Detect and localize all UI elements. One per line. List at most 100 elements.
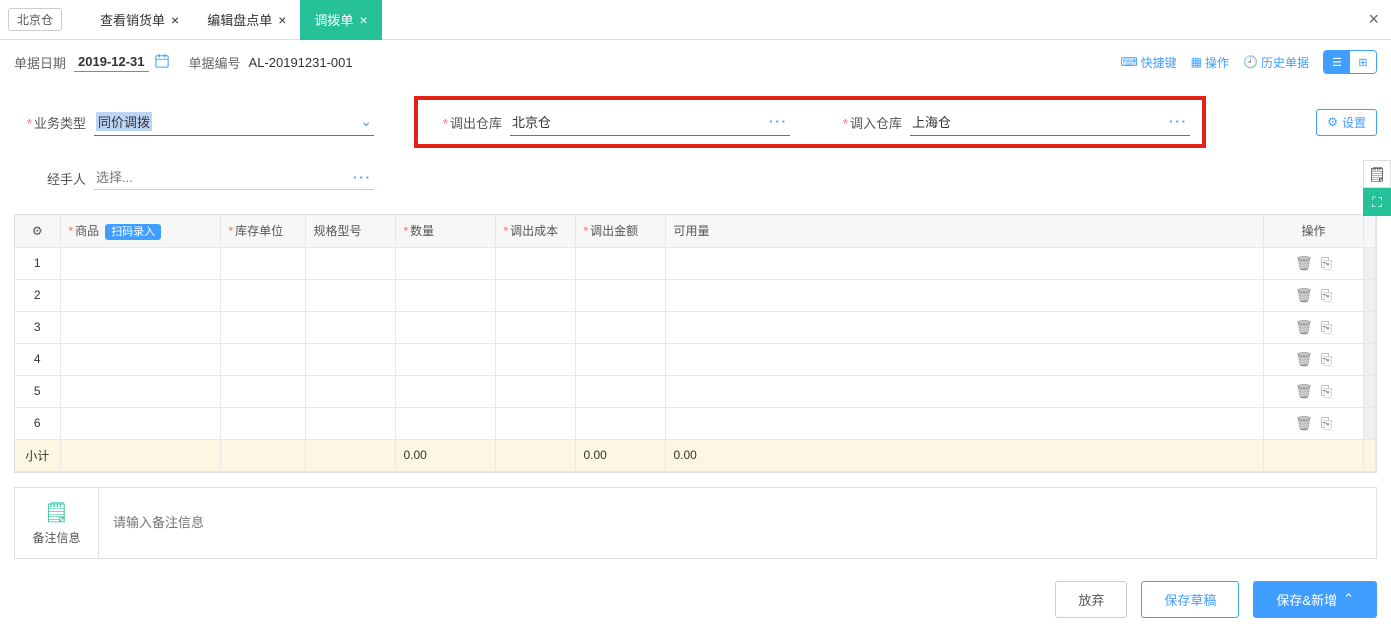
tab-label: 编辑盘点单 <box>207 10 272 29</box>
cell-amount[interactable] <box>575 343 665 375</box>
delete-icon[interactable]: 🗑 <box>1295 351 1313 367</box>
cell-cost[interactable] <box>495 407 575 439</box>
tab-edit-inventory[interactable]: 编辑盘点单 × <box>193 0 300 40</box>
cell-unit[interactable] <box>220 407 305 439</box>
cell-available[interactable] <box>665 407 1264 439</box>
cell-product[interactable] <box>60 311 220 343</box>
save-draft-button[interactable]: 保存草稿 <box>1141 581 1239 618</box>
more-icon[interactable]: ··· <box>769 114 788 129</box>
cell-spec[interactable] <box>305 247 395 279</box>
cell-available[interactable] <box>665 375 1264 407</box>
cell-cost[interactable] <box>495 311 575 343</box>
cell-qty[interactable] <box>395 311 495 343</box>
more-icon[interactable]: ··· <box>1169 114 1188 129</box>
cell-qty[interactable] <box>395 279 495 311</box>
cell-spec[interactable] <box>305 279 395 311</box>
copy-icon[interactable]: ⎘ <box>1321 351 1332 367</box>
cell-amount[interactable] <box>575 247 665 279</box>
cell-qty[interactable] <box>395 375 495 407</box>
delete-icon[interactable]: 🗑 <box>1295 287 1313 303</box>
date-value[interactable]: 2019-12-31 <box>74 52 149 72</box>
cell-qty[interactable] <box>395 247 495 279</box>
cell-spec[interactable] <box>305 407 395 439</box>
copy-icon[interactable]: ⎘ <box>1321 319 1332 335</box>
out-warehouse-label: *调出仓库 <box>430 113 502 132</box>
operate-link[interactable]: ▦操作 <box>1191 54 1229 71</box>
remarks-input[interactable] <box>99 515 1376 530</box>
history-link[interactable]: 🕘历史单据 <box>1243 54 1309 71</box>
in-warehouse-select[interactable]: 上海仓 ··· <box>910 108 1190 136</box>
table-row[interactable]: 1🗑⎘ <box>15 247 1376 279</box>
col-qty: *数量 <box>395 215 495 247</box>
table-settings-header[interactable]: ⚙ <box>15 215 60 247</box>
calendar-icon[interactable] <box>155 54 169 71</box>
cell-qty[interactable] <box>395 343 495 375</box>
grid-icon: ▦ <box>1191 55 1202 69</box>
delete-icon[interactable]: 🗑 <box>1295 383 1313 399</box>
tab-view-sales[interactable]: 查看销货单 × <box>86 0 193 40</box>
scan-badge[interactable]: 扫码录入 <box>105 224 161 240</box>
cell-unit[interactable] <box>220 311 305 343</box>
delete-icon[interactable]: 🗑 <box>1295 319 1313 335</box>
location-badge[interactable]: 北京仓 <box>8 8 62 31</box>
copy-icon[interactable]: ⎘ <box>1321 255 1332 271</box>
cell-amount[interactable] <box>575 279 665 311</box>
out-warehouse-select[interactable]: 北京仓 ··· <box>510 108 790 136</box>
close-icon[interactable]: × <box>171 12 179 28</box>
cell-unit[interactable] <box>220 343 305 375</box>
copy-icon[interactable]: ⎘ <box>1321 383 1332 399</box>
cell-amount[interactable] <box>575 407 665 439</box>
cell-spec[interactable] <box>305 375 395 407</box>
side-tab-expand[interactable]: ⛶ <box>1363 188 1391 216</box>
copy-icon[interactable]: ⎘ <box>1321 287 1332 303</box>
cell-unit[interactable] <box>220 279 305 311</box>
cell-cost[interactable] <box>495 279 575 311</box>
table-row[interactable]: 3🗑⎘ <box>15 311 1376 343</box>
delete-icon[interactable]: 🗑 <box>1295 415 1313 431</box>
close-icon[interactable]: × <box>1368 9 1379 30</box>
cell-amount[interactable] <box>575 375 665 407</box>
cell-product[interactable] <box>60 343 220 375</box>
handler-select[interactable]: ··· <box>94 166 374 190</box>
cell-available[interactable] <box>665 311 1264 343</box>
date-label: 单据日期 <box>14 53 66 72</box>
cell-qty[interactable] <box>395 407 495 439</box>
col-ops: 操作 <box>1264 215 1364 247</box>
biz-type-select[interactable]: 同价调拨 ⌄ <box>94 108 374 136</box>
view-list-button[interactable]: ⊞ <box>1350 51 1376 73</box>
in-warehouse-value: 上海仓 <box>912 112 951 131</box>
settings-button[interactable]: ⚙设置 <box>1316 109 1377 136</box>
cell-product[interactable] <box>60 247 220 279</box>
cell-cost[interactable] <box>495 247 575 279</box>
cell-available[interactable] <box>665 247 1264 279</box>
save-new-button[interactable]: 保存&新增⌃ <box>1253 581 1377 618</box>
cell-available[interactable] <box>665 279 1264 311</box>
cell-product[interactable] <box>60 279 220 311</box>
cell-spec[interactable] <box>305 311 395 343</box>
table-row[interactable]: 5🗑⎘ <box>15 375 1376 407</box>
cell-spec[interactable] <box>305 343 395 375</box>
table-row[interactable]: 4🗑⎘ <box>15 343 1376 375</box>
handler-input[interactable] <box>96 170 353 185</box>
close-icon[interactable]: × <box>359 12 367 28</box>
cell-cost[interactable] <box>495 343 575 375</box>
shortcuts-link[interactable]: ⌨快捷键 <box>1120 54 1176 71</box>
view-grid-button[interactable]: ☰ <box>1324 51 1350 73</box>
cell-available[interactable] <box>665 343 1264 375</box>
delete-icon[interactable]: 🗑 <box>1295 255 1313 271</box>
cell-cost[interactable] <box>495 375 575 407</box>
cell-amount[interactable] <box>575 311 665 343</box>
cell-product[interactable] <box>60 407 220 439</box>
more-icon[interactable]: ··· <box>353 170 372 185</box>
table-row[interactable]: 2🗑⎘ <box>15 279 1376 311</box>
cell-unit[interactable] <box>220 247 305 279</box>
close-icon[interactable]: × <box>278 12 286 28</box>
cell-product[interactable] <box>60 375 220 407</box>
table-row[interactable]: 6🗑⎘ <box>15 407 1376 439</box>
col-product: *商品扫码录入 <box>60 215 220 247</box>
tab-transfer[interactable]: 调拨单 × <box>300 0 381 40</box>
discard-button[interactable]: 放弃 <box>1055 581 1127 618</box>
copy-icon[interactable]: ⎘ <box>1321 415 1332 431</box>
cell-unit[interactable] <box>220 375 305 407</box>
side-tab-note[interactable]: 🗒 <box>1363 160 1391 188</box>
